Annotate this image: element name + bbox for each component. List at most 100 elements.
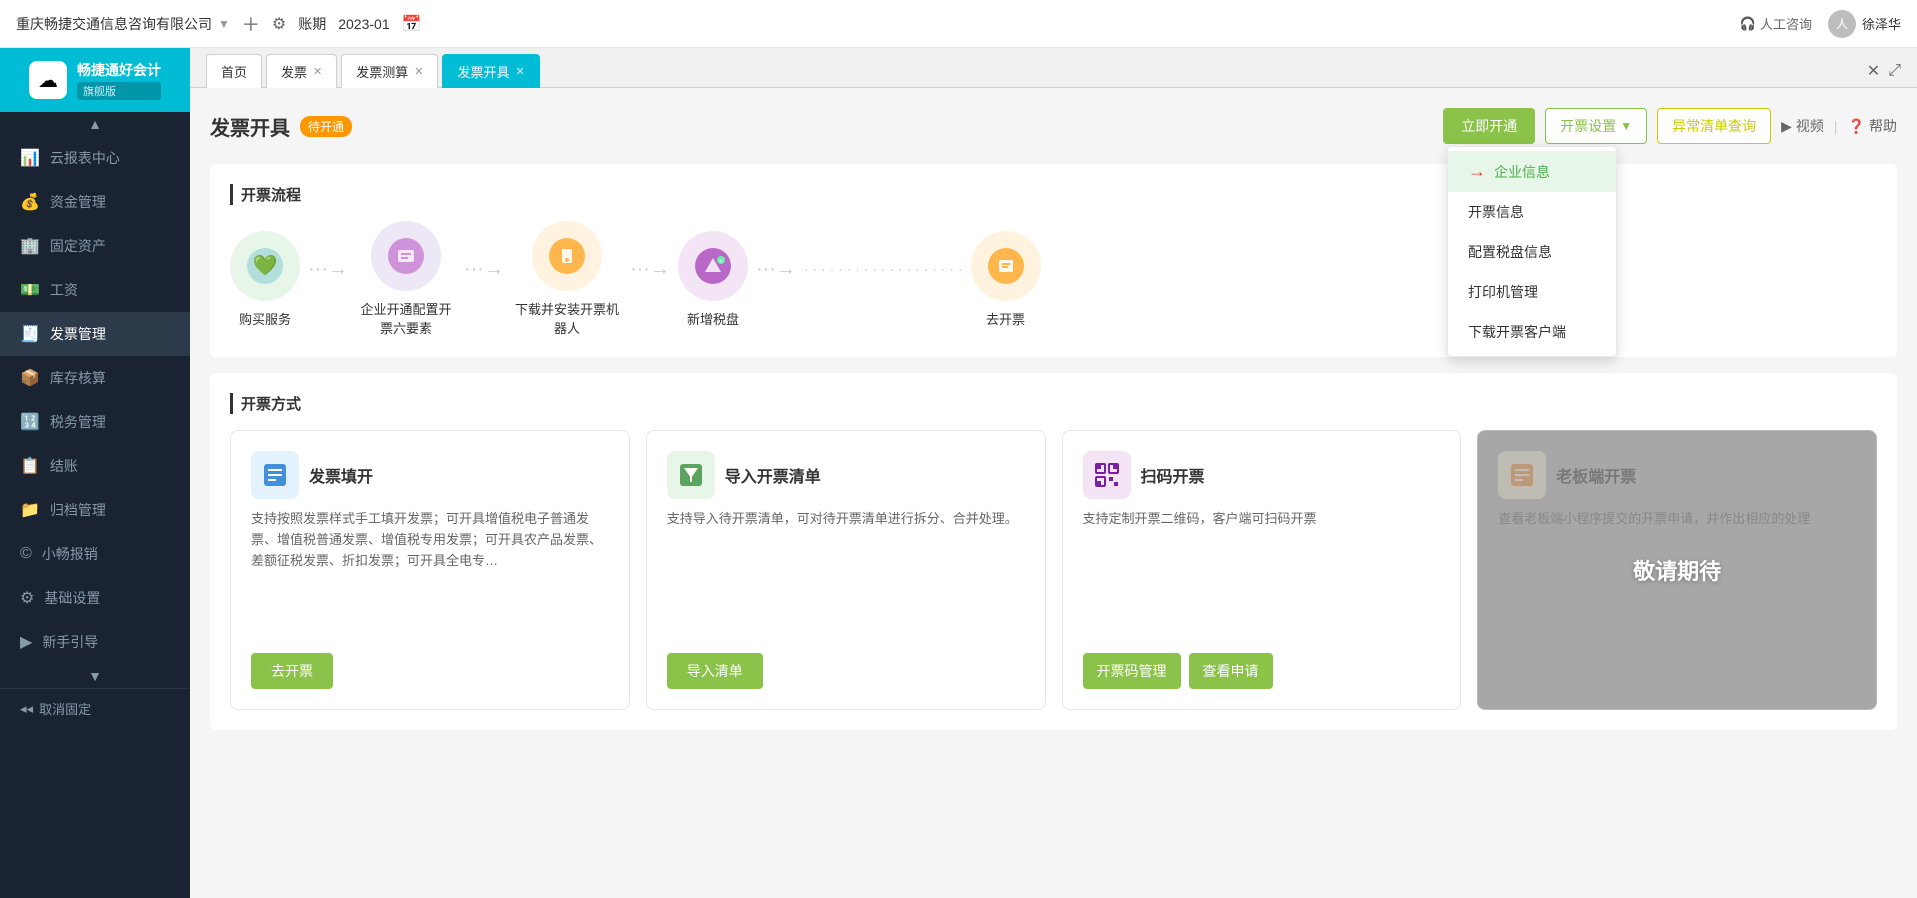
invoice-settings-button[interactable]: 开票设置 ▼ xyxy=(1545,108,1647,144)
sidebar-item-label: 云报表中心 xyxy=(50,148,120,168)
logo-icon: ☁ xyxy=(29,61,67,99)
fapiao-icon: 🧾 xyxy=(20,324,40,344)
sidebar-item-label: 发票管理 xyxy=(50,324,106,344)
tab-fapiaocesuan[interactable]: 发票测算 ✕ xyxy=(341,54,438,88)
flow-step-3: 下载并安装开票机器人 xyxy=(512,221,622,337)
main-layout: ☁ 畅捷通好会计 旗舰版 ▲ 📊 云报表中心 💰 资金管理 🏢 固定资产 💵 工… xyxy=(0,48,1917,898)
close-window-icon[interactable]: ✕ xyxy=(1867,61,1880,81)
sidebar-item-jiezhang[interactable]: 📋 结账 xyxy=(0,444,190,488)
maximize-icon[interactable]: ⤢ xyxy=(1888,62,1901,80)
sidebar-item-gudingzichan[interactable]: 🏢 固定资产 xyxy=(0,224,190,268)
flow-arrow-1: ···→ xyxy=(308,258,348,281)
sidebar-scroll-up[interactable]: ▲ xyxy=(0,112,190,136)
method-import-desc: 支持导入待开票清单，可对待开票清单进行拆分、合并处理。 xyxy=(667,509,1025,643)
method-fill-desc: 支持按照发票样式手工填开发票；可开具增值税电子普通发票、增值税普通发票、增值税专… xyxy=(251,509,609,643)
tab-fapiao[interactable]: 发票 ✕ xyxy=(266,54,337,88)
method-fill-title: 发票填开 xyxy=(309,463,373,487)
shuiwu-icon: 🔢 xyxy=(20,412,40,432)
help-button[interactable]: ❓ 帮助 xyxy=(1848,116,1897,136)
tab-close-icon[interactable]: ✕ xyxy=(414,65,423,78)
sidebar-logo: ☁ 畅捷通好会计 旗舰版 xyxy=(0,48,190,112)
invoice-settings-label: 开票设置 xyxy=(1560,116,1616,136)
immediate-open-button[interactable]: 立即开通 xyxy=(1443,108,1535,144)
sidebar-item-xinshou[interactable]: ▶ 新手引导 xyxy=(0,620,190,664)
sidebar-item-label: 税务管理 xyxy=(50,412,106,432)
sidebar-item-jichushezhi[interactable]: ⚙ 基础设置 xyxy=(0,576,190,620)
red-arrow-icon: → xyxy=(1468,161,1486,182)
dropdown-item-company-info[interactable]: → 企业信息 xyxy=(1448,151,1616,192)
divider: | xyxy=(1834,118,1838,134)
sidebar-item-yunbao[interactable]: 📊 云报表中心 xyxy=(0,136,190,180)
company-name: 重庆畅捷交通信息咨询有限公司 xyxy=(16,14,212,34)
consult-button[interactable]: 🎧 人工咨询 xyxy=(1740,14,1812,33)
video-button[interactable]: ▶ 视频 xyxy=(1781,116,1824,136)
method-scan-apply-button[interactable]: 查看申请 xyxy=(1189,653,1273,689)
flow-arrow-4: ···→ xyxy=(756,258,796,281)
play-icon: ▶ xyxy=(1781,118,1792,135)
add-icon[interactable]: ＋ xyxy=(242,11,260,37)
sidebar-item-kucun[interactable]: 📦 库存核算 xyxy=(0,356,190,400)
dropdown-menu: → 企业信息 开票信息 配置税盘信息 打印机管理 下 xyxy=(1447,146,1617,357)
abnormal-query-button[interactable]: 异常清单查询 xyxy=(1657,108,1771,144)
page-header: 发票开具 待开通 立即开通 开票设置 ▼ 异常清单查询 ▶ 视频 | xyxy=(210,108,1897,144)
flow-step-5: 去开票 xyxy=(971,231,1041,328)
company-selector[interactable]: 重庆畅捷交通信息咨询有限公司 ▼ xyxy=(16,14,230,34)
method-scan-title: 扫码开票 xyxy=(1141,463,1205,487)
tab-bar: 首页 发票 ✕ 发票测算 ✕ 发票开具 ✕ ✕ ⤢ xyxy=(190,48,1917,88)
sidebar-item-fapiao[interactable]: 🧾 发票管理 xyxy=(0,312,190,356)
help-icon: ❓ xyxy=(1848,118,1865,135)
method-import-icon xyxy=(667,451,715,499)
xinshou-icon: ▶ xyxy=(20,632,32,652)
flow-arrow-2: ···→ xyxy=(464,258,504,281)
sidebar-item-guidang[interactable]: 📁 归档管理 xyxy=(0,488,190,532)
period-value: 2023-01 xyxy=(338,16,389,32)
method-scan-desc: 支持定制开票二维码，客户端可扫码开票 xyxy=(1083,509,1441,643)
sidebar-item-xiaochang[interactable]: © 小畅报销 xyxy=(0,532,190,576)
dropdown-item-download-client[interactable]: 下载开票客户端 xyxy=(1448,312,1616,352)
dropdown-item-label: 配置税盘信息 xyxy=(1468,244,1552,260)
tab-close-icon[interactable]: ✕ xyxy=(516,65,525,78)
method-import-button[interactable]: 导入清单 xyxy=(667,653,763,689)
tab-home[interactable]: 首页 xyxy=(206,54,262,88)
sidebar-item-label: 资金管理 xyxy=(50,192,106,212)
sidebar-item-gongzi[interactable]: 💵 工资 xyxy=(0,268,190,312)
dropdown-item-tax-disk[interactable]: 配置税盘信息 xyxy=(1448,232,1616,272)
user-info[interactable]: 人 徐泽华 xyxy=(1828,10,1901,38)
video-label: 视频 xyxy=(1796,116,1824,136)
sidebar-item-label: 小畅报销 xyxy=(42,544,98,564)
top-bar: 重庆畅捷交通信息咨询有限公司 ▼ ＋ ⚙ 账期 2023-01 📅 🎧 人工咨询… xyxy=(0,0,1917,48)
method-card-boss-wrapper: 老板端开票 查看老板端小程序提交的开票申请，并作出相应的处理 敬请期待 xyxy=(1477,430,1877,710)
logo-texts: 畅捷通好会计 旗舰版 xyxy=(77,60,161,100)
sidebar-item-label: 新手引导 xyxy=(42,632,98,652)
tab-fapiaocesuan-label: 发票测算 xyxy=(356,62,408,81)
dropdown-item-invoice-info[interactable]: 开票信息 xyxy=(1448,192,1616,232)
sidebar-item-shuiwu[interactable]: 🔢 税务管理 xyxy=(0,400,190,444)
calendar-icon[interactable]: 📅 xyxy=(402,14,422,34)
tab-home-label: 首页 xyxy=(221,62,247,81)
sidebar: ☁ 畅捷通好会计 旗舰版 ▲ 📊 云报表中心 💰 资金管理 🏢 固定资产 💵 工… xyxy=(0,48,190,898)
avatar: 人 xyxy=(1828,10,1856,38)
page-content: 发票开具 待开通 立即开通 开票设置 ▼ 异常清单查询 ▶ 视频 | xyxy=(190,88,1917,898)
gongzi-icon: 💵 xyxy=(20,280,40,300)
method-fill-button[interactable]: 去开票 xyxy=(251,653,333,689)
methods-section-title: 开票方式 xyxy=(230,393,1877,414)
tab-actions: ✕ ⤢ xyxy=(1867,61,1901,87)
method-header: 导入开票清单 xyxy=(667,451,1025,499)
dropdown-item-label: 开票信息 xyxy=(1468,204,1524,220)
sidebar-scroll-down[interactable]: ▼ xyxy=(0,664,190,688)
method-scan-qr-button[interactable]: 开票码管理 xyxy=(1083,653,1181,689)
tab-fapiaokaitou[interactable]: 发票开具 ✕ xyxy=(442,54,539,88)
sidebar-cancel-fixed[interactable]: ◂◂ 取消固定 xyxy=(0,688,190,728)
page-title-area: 发票开具 待开通 xyxy=(210,112,352,141)
dropdown-item-printer[interactable]: 打印机管理 xyxy=(1448,272,1616,312)
gear-icon[interactable]: ⚙ xyxy=(272,14,286,34)
tab-close-icon[interactable]: ✕ xyxy=(313,65,322,78)
top-bar-actions: ＋ ⚙ 账期 2023-01 📅 xyxy=(242,11,422,37)
svg-text:💚: 💚 xyxy=(253,254,278,277)
step3-label: 下载并安装开票机器人 xyxy=(512,299,622,337)
gudingzichan-icon: 🏢 xyxy=(20,236,40,256)
overlay-text: 敬请期待 xyxy=(1633,554,1721,586)
sidebar-item-zijin[interactable]: 💰 资金管理 xyxy=(0,180,190,224)
method-card-scan: 扫码开票 支持定制开票二维码，客户端可扫码开票 开票码管理 查看申请 xyxy=(1062,430,1462,710)
methods-section: 开票方式 发票填开 支持按照发票样式手工填开发票；可开具增值税电子普通发票、增值… xyxy=(210,373,1897,730)
